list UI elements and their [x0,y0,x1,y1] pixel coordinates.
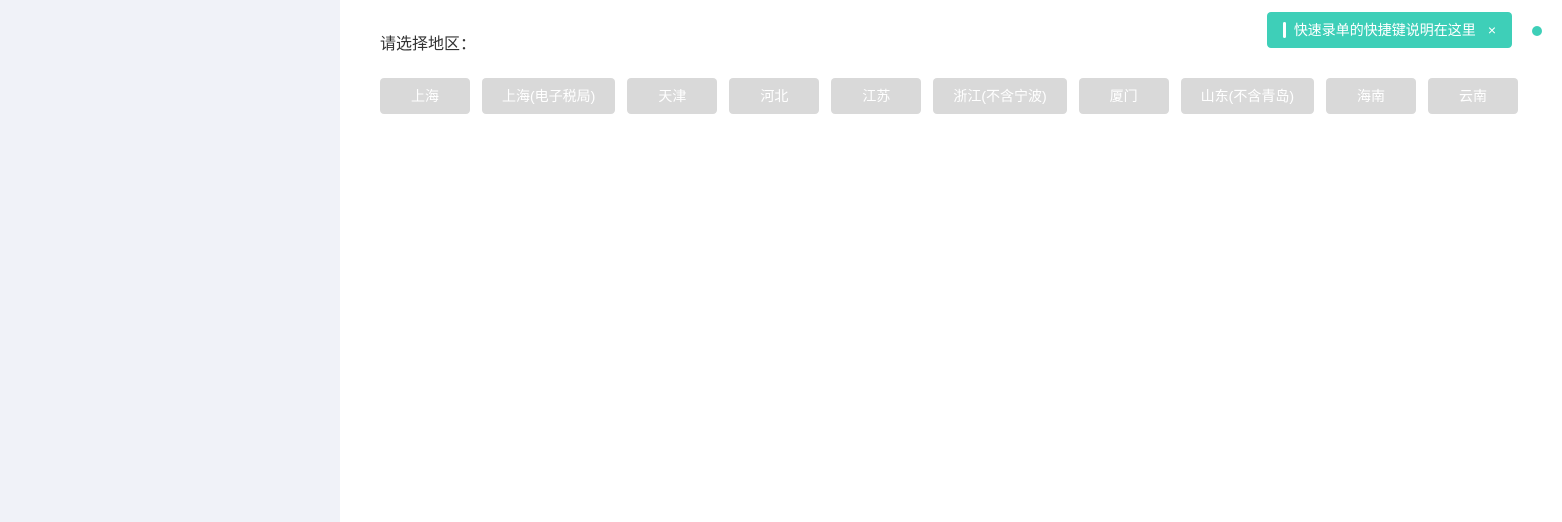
region-buttons: 上海上海(电子税局) 天津河北江苏浙江(不含宁波) 厦门山东(不含青岛) 海南云南 [380,78,1522,114]
region-button-zhejiang[interactable]: 浙江(不含宁波) [933,78,1066,114]
tooltip-left-bar [1283,22,1286,38]
region-button-yunnan[interactable]: 云南 [1428,78,1518,114]
region-button-tianjin[interactable]: 天津 [627,78,717,114]
tooltip-close-button[interactable]: × [1488,22,1496,38]
region-button-xiamen[interactable]: 厦门 [1079,78,1169,114]
region-button-hainan[interactable]: 海南 [1326,78,1416,114]
region-button-jiangsu[interactable]: 江苏 [831,78,921,114]
region-button-shanghai-etax[interactable]: 上海(电子税局) [482,78,615,114]
tooltip-banner: 快速录单的快捷键说明在这里 × [1267,12,1512,48]
tooltip-dot [1532,26,1542,36]
region-button-shandong[interactable]: 山东(不含青岛) [1181,78,1314,114]
tooltip-text: 快速录单的快捷键说明在这里 [1294,20,1476,40]
region-button-hebei[interactable]: 河北 [729,78,819,114]
left-sidebar [0,0,340,522]
region-button-shanghai[interactable]: 上海 [380,78,470,114]
main-content: 请选择地区： 上海上海(电子税局)天津河北江苏浙江(不含宁波)厦门山东(不含青岛… [340,0,1562,522]
